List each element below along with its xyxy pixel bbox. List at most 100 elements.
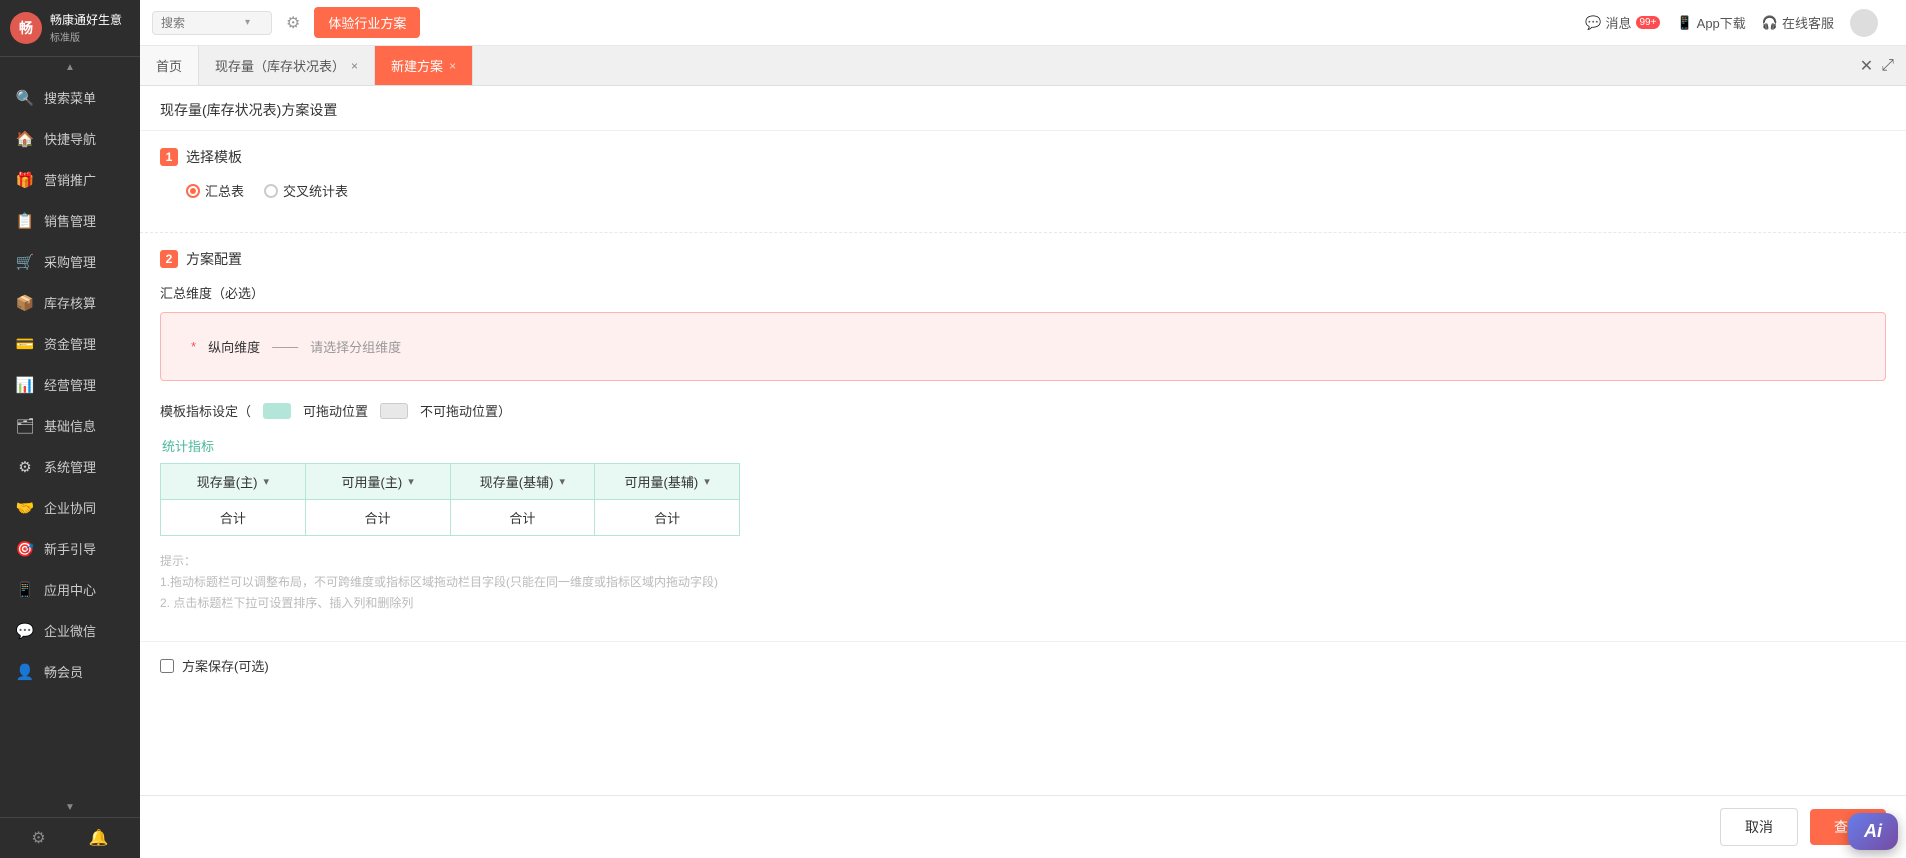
tab-inventory-status[interactable]: 现存量（库存状况表） × <box>199 46 375 85</box>
radio-cross[interactable]: 交叉统计表 <box>264 181 348 200</box>
sidebar-item-apps[interactable]: 📱 应用中心 <box>0 569 140 610</box>
folder-icon: 🗂 <box>16 417 34 435</box>
sidebar-item-system[interactable]: ⚙ 系统管理 <box>0 446 140 487</box>
col3-label: 现存量(基辅) <box>480 472 554 491</box>
col2-header[interactable]: 可用量(主) ▾ <box>305 464 450 500</box>
message-badge: 99+ <box>1636 16 1661 29</box>
col3-header[interactable]: 现存量(基辅) ▾ <box>450 464 595 500</box>
sidebar-item-finance[interactable]: 💳 资金管理 <box>0 323 140 364</box>
not-draggable-indicator-box <box>380 403 408 419</box>
footer: 取消 查询 <box>140 795 1906 858</box>
ai-float-button[interactable]: Ai <box>1848 813 1898 850</box>
col3-chevron-icon[interactable]: ▾ <box>559 475 565 488</box>
sidebar-item-purchase[interactable]: 🛒 采购管理 <box>0 241 140 282</box>
app-download-label: App下载 <box>1697 13 1746 32</box>
section-plan-config: 2 方案配置 汇总维度（必选） * 纵向维度 —— 请选择分组维度 模板指标设定… <box>140 249 1906 641</box>
gear-icon: ⚙ <box>16 458 34 476</box>
sidebar-item-quicknav[interactable]: 🏠 快捷导航 <box>0 118 140 159</box>
tabbar: 首页 现存量（库存状况表） × 新建方案 × ✕ ⤢ <box>140 46 1906 86</box>
sidebar-item-wechat[interactable]: 💬 企业微信 <box>0 610 140 651</box>
settings-icon[interactable]: ⚙ <box>31 828 45 848</box>
settings-gear-icon[interactable]: ⚙ <box>286 13 300 33</box>
sound-icon[interactable]: 🔔 <box>89 828 109 848</box>
step2-label: 2 方案配置 <box>160 249 1886 269</box>
page-title: 现存量(库存状况表)方案设置 <box>140 86 1906 131</box>
template-indicator-row: 模板指标设定（ 可拖动位置 不可拖动位置） <box>160 401 1886 420</box>
tab-new-plan[interactable]: 新建方案 × <box>375 46 473 85</box>
search-chevron-icon[interactable]: ▾ <box>245 17 250 28</box>
col4-header[interactable]: 可用量(基辅) ▾ <box>595 464 740 500</box>
col1-chevron-icon[interactable]: ▾ <box>263 475 269 488</box>
cancel-button[interactable]: 取消 <box>1720 808 1798 846</box>
close-panel-icon[interactable]: ✕ <box>1860 56 1873 76</box>
sidebar-logo: 畅 畅康通好生意 标准版 <box>0 0 140 57</box>
tab-home[interactable]: 首页 <box>140 46 199 85</box>
logo-text-block: 畅康通好生意 标准版 <box>50 12 122 44</box>
stats-table: 现存量(主) ▾ 可用量(主) ▾ 现存量(基辅 <box>160 463 740 536</box>
sidebar-item-basic[interactable]: 🗂 基础信息 <box>0 405 140 446</box>
logo-icon: 畅 <box>10 12 42 44</box>
col4-cell: 合计 <box>595 500 740 536</box>
sidebar-item-operations[interactable]: 📊 经营管理 <box>0 364 140 405</box>
dimension-area: * 纵向维度 —— 请选择分组维度 <box>160 312 1886 381</box>
draggable-indicator-label: 可拖动位置 <box>303 401 368 420</box>
sidebar-item-guide[interactable]: 🎯 新手引导 <box>0 528 140 569</box>
col2-cell: 合计 <box>305 500 450 536</box>
tips-item-2: 2. 点击标题栏下拉可设置排序、插入列和删除列 <box>160 594 1886 611</box>
sidebar-item-search[interactable]: 🔍 搜索菜单 <box>0 77 140 118</box>
col1-header[interactable]: 现存量(主) ▾ <box>161 464 306 500</box>
box-icon: 📦 <box>16 294 34 312</box>
tab-new-plan-close-icon[interactable]: × <box>449 59 456 73</box>
tab-inventory-close-icon[interactable]: × <box>351 59 358 73</box>
home-icon: 🏠 <box>16 130 34 148</box>
message-button[interactable]: 💬 消息 99+ <box>1585 13 1660 32</box>
save-checkbox[interactable] <box>160 659 174 673</box>
clipboard-icon: 📋 <box>16 212 34 230</box>
online-service-button[interactable]: 🎧 在线客服 <box>1762 13 1834 32</box>
radio-summary[interactable]: 汇总表 <box>186 181 244 200</box>
sidebar-item-label: 资金管理 <box>44 334 96 353</box>
trial-button[interactable]: 体验行业方案 <box>314 7 420 38</box>
chart-icon: 📊 <box>16 376 34 394</box>
sidebar-item-label: 搜索菜单 <box>44 88 96 107</box>
step2-number: 2 <box>160 250 178 268</box>
sidebar-item-contract[interactable]: 🤝 企业协同 <box>0 487 140 528</box>
sidebar-item-marketing[interactable]: 🎁 营销推广 <box>0 159 140 200</box>
sidebar-bottom: ⚙ 🔔 <box>0 817 140 858</box>
user-avatar[interactable] <box>1850 9 1878 37</box>
tab-home-label: 首页 <box>156 56 182 75</box>
draggable-indicator-box <box>263 403 291 419</box>
search-box[interactable]: ▾ <box>152 11 272 35</box>
save-checkbox-row: 方案保存(可选) <box>140 641 1906 689</box>
tab-inventory-label: 现存量（库存状况表） <box>215 56 345 75</box>
tips-title: 提示： <box>160 552 1886 569</box>
user-icon: 👤 <box>16 663 34 681</box>
logo-sub: 标准版 <box>50 29 122 44</box>
sidebar-item-label: 新手引导 <box>44 539 96 558</box>
col4-chevron-icon[interactable]: ▾ <box>704 475 710 488</box>
sidebar-item-inventory[interactable]: 📦 库存核算 <box>0 282 140 323</box>
service-label: 在线客服 <box>1782 13 1834 32</box>
expand-icon[interactable]: ⤢ <box>1881 57 1894 75</box>
handshake-icon: 🤝 <box>16 499 34 517</box>
sidebar-scroll-down[interactable]: ▼ <box>0 797 140 817</box>
step1-number: 1 <box>160 148 178 166</box>
sidebar-scroll-up[interactable]: ▲ <box>0 57 140 77</box>
sidebar-item-label: 应用中心 <box>44 580 96 599</box>
topbar-right: 💬 消息 99+ 📱 App下载 🎧 在线客服 <box>1585 9 1894 37</box>
step2-title: 方案配置 <box>186 249 242 269</box>
dimension-placeholder-text[interactable]: 请选择分组维度 <box>310 337 401 356</box>
search-icon: 🔍 <box>16 89 34 107</box>
gift-icon: 🎁 <box>16 171 34 189</box>
sidebar-item-label: 企业协同 <box>44 498 96 517</box>
sidebar-item-label: 企业微信 <box>44 621 96 640</box>
search-input[interactable] <box>161 16 241 30</box>
sidebar-item-sales[interactable]: 📋 销售管理 <box>0 200 140 241</box>
sidebar-item-member[interactable]: 👤 畅会员 <box>0 651 140 692</box>
template-radio-group: 汇总表 交叉统计表 <box>186 181 1886 200</box>
sidebar-nav: 🔍 搜索菜单 🏠 快捷导航 🎁 营销推广 📋 销售管理 🛒 采购管理 📦 库存核… <box>0 77 140 797</box>
dimension-row: * 纵向维度 —— 请选择分组维度 <box>191 337 1855 356</box>
app-download-button[interactable]: 📱 App下载 <box>1676 13 1745 32</box>
col2-chevron-icon[interactable]: ▾ <box>408 475 414 488</box>
col2-label: 可用量(主) <box>342 472 403 491</box>
